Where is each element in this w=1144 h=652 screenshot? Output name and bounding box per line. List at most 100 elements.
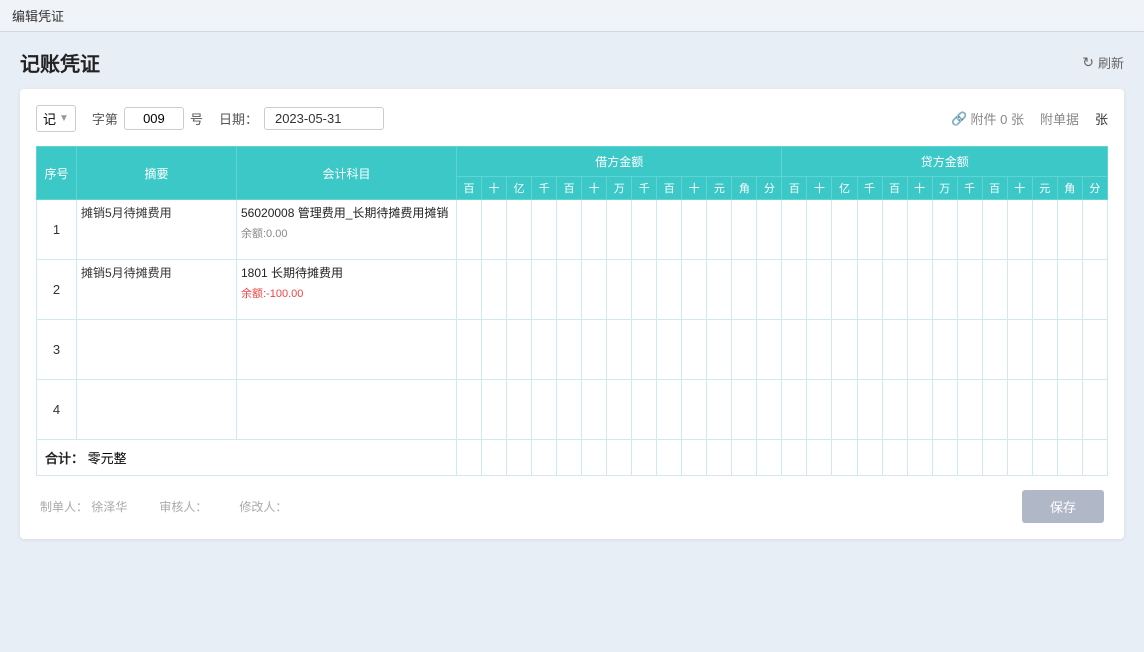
debit-cell-7[interactable]	[632, 320, 657, 380]
debit-cell-9[interactable]	[682, 380, 707, 440]
seqno-cell[interactable]: 3	[37, 320, 77, 380]
debit-cell-0[interactable]	[457, 380, 482, 440]
seqno-cell[interactable]: 1	[37, 200, 77, 260]
summary-cell[interactable]: 摊销5月待摊费用	[77, 260, 237, 320]
credit-cell-7[interactable]	[957, 200, 982, 260]
debit-cell-4[interactable]	[557, 200, 582, 260]
credit-cell-4[interactable]	[882, 380, 907, 440]
debit-cell-8[interactable]	[657, 200, 682, 260]
credit-cell-0[interactable]	[782, 320, 807, 380]
credit-cell-4[interactable]	[882, 260, 907, 320]
credit-cell-0[interactable]	[782, 200, 807, 260]
credit-cell-10[interactable]	[1032, 320, 1057, 380]
debit-cell-6[interactable]	[607, 380, 632, 440]
debit-cell-11[interactable]	[732, 320, 757, 380]
refresh-button[interactable]: ↻ 刷新	[1082, 53, 1124, 72]
credit-cell-9[interactable]	[1007, 320, 1032, 380]
account-cell[interactable]: 56020008 管理费用_长期待摊费用摊销余额:0.00	[237, 200, 457, 260]
debit-cell-11[interactable]	[732, 380, 757, 440]
credit-cell-1[interactable]	[807, 380, 832, 440]
debit-cell-6[interactable]	[607, 320, 632, 380]
debit-cell-10[interactable]	[707, 320, 732, 380]
debit-cell-2[interactable]	[507, 380, 532, 440]
debit-cell-9[interactable]	[682, 260, 707, 320]
debit-cell-7[interactable]	[632, 260, 657, 320]
credit-cell-6[interactable]	[932, 260, 957, 320]
debit-cell-4[interactable]	[557, 320, 582, 380]
credit-cell-12[interactable]	[1082, 260, 1107, 320]
credit-cell-10[interactable]	[1032, 260, 1057, 320]
debit-cell-10[interactable]	[707, 380, 732, 440]
debit-cell-8[interactable]	[657, 260, 682, 320]
credit-cell-1[interactable]	[807, 200, 832, 260]
debit-cell-3[interactable]	[532, 200, 557, 260]
debit-cell-9[interactable]	[682, 200, 707, 260]
debit-cell-1[interactable]	[482, 380, 507, 440]
credit-cell-0[interactable]	[782, 380, 807, 440]
debit-cell-3[interactable]	[532, 260, 557, 320]
credit-cell-10[interactable]	[1032, 380, 1057, 440]
debit-cell-6[interactable]	[607, 200, 632, 260]
debit-cell-12[interactable]	[757, 380, 782, 440]
debit-cell-2[interactable]	[507, 200, 532, 260]
debit-cell-4[interactable]	[557, 380, 582, 440]
credit-cell-1[interactable]	[807, 320, 832, 380]
debit-cell-5[interactable]	[582, 200, 607, 260]
credit-cell-12[interactable]	[1082, 380, 1107, 440]
credit-cell-4[interactable]	[882, 320, 907, 380]
credit-cell-2[interactable]	[832, 380, 857, 440]
credit-cell-4[interactable]	[882, 200, 907, 260]
account-cell[interactable]: 1801 长期待摊费用余额:-100.00	[237, 260, 457, 320]
account-cell[interactable]	[237, 320, 457, 380]
fu-dan-link[interactable]: 附单据	[1040, 109, 1079, 128]
debit-cell-3[interactable]	[532, 380, 557, 440]
credit-cell-9[interactable]	[1007, 200, 1032, 260]
credit-cell-8[interactable]	[982, 200, 1007, 260]
credit-cell-5[interactable]	[907, 320, 932, 380]
credit-cell-7[interactable]	[957, 260, 982, 320]
credit-cell-9[interactable]	[1007, 380, 1032, 440]
credit-cell-5[interactable]	[907, 260, 932, 320]
debit-cell-9[interactable]	[682, 320, 707, 380]
credit-cell-2[interactable]	[832, 200, 857, 260]
account-cell[interactable]	[237, 380, 457, 440]
debit-cell-4[interactable]	[557, 260, 582, 320]
summary-cell[interactable]	[77, 320, 237, 380]
debit-cell-5[interactable]	[582, 380, 607, 440]
credit-cell-7[interactable]	[957, 320, 982, 380]
credit-cell-8[interactable]	[982, 380, 1007, 440]
debit-cell-11[interactable]	[732, 200, 757, 260]
debit-cell-0[interactable]	[457, 200, 482, 260]
zi-input[interactable]	[124, 107, 184, 130]
credit-cell-3[interactable]	[857, 320, 882, 380]
debit-cell-0[interactable]	[457, 260, 482, 320]
debit-cell-11[interactable]	[732, 260, 757, 320]
debit-cell-2[interactable]	[507, 320, 532, 380]
credit-cell-3[interactable]	[857, 380, 882, 440]
credit-cell-3[interactable]	[857, 200, 882, 260]
summary-cell[interactable]	[77, 380, 237, 440]
debit-cell-5[interactable]	[582, 320, 607, 380]
credit-cell-3[interactable]	[857, 260, 882, 320]
summary-cell[interactable]: 摊销5月待摊费用	[77, 200, 237, 260]
ji-select[interactable]: 记 ▼	[36, 105, 76, 132]
credit-cell-10[interactable]	[1032, 200, 1057, 260]
credit-cell-12[interactable]	[1082, 320, 1107, 380]
debit-cell-1[interactable]	[482, 320, 507, 380]
credit-cell-11[interactable]	[1057, 320, 1082, 380]
credit-cell-6[interactable]	[932, 200, 957, 260]
debit-cell-7[interactable]	[632, 380, 657, 440]
debit-cell-12[interactable]	[757, 200, 782, 260]
credit-cell-8[interactable]	[982, 260, 1007, 320]
seqno-cell[interactable]: 2	[37, 260, 77, 320]
credit-cell-11[interactable]	[1057, 260, 1082, 320]
debit-cell-7[interactable]	[632, 200, 657, 260]
debit-cell-12[interactable]	[757, 260, 782, 320]
credit-cell-2[interactable]	[832, 260, 857, 320]
seqno-cell[interactable]: 4	[37, 380, 77, 440]
credit-cell-12[interactable]	[1082, 200, 1107, 260]
save-button[interactable]: 保存	[1022, 490, 1104, 523]
credit-cell-0[interactable]	[782, 260, 807, 320]
credit-cell-2[interactable]	[832, 320, 857, 380]
credit-cell-6[interactable]	[932, 320, 957, 380]
